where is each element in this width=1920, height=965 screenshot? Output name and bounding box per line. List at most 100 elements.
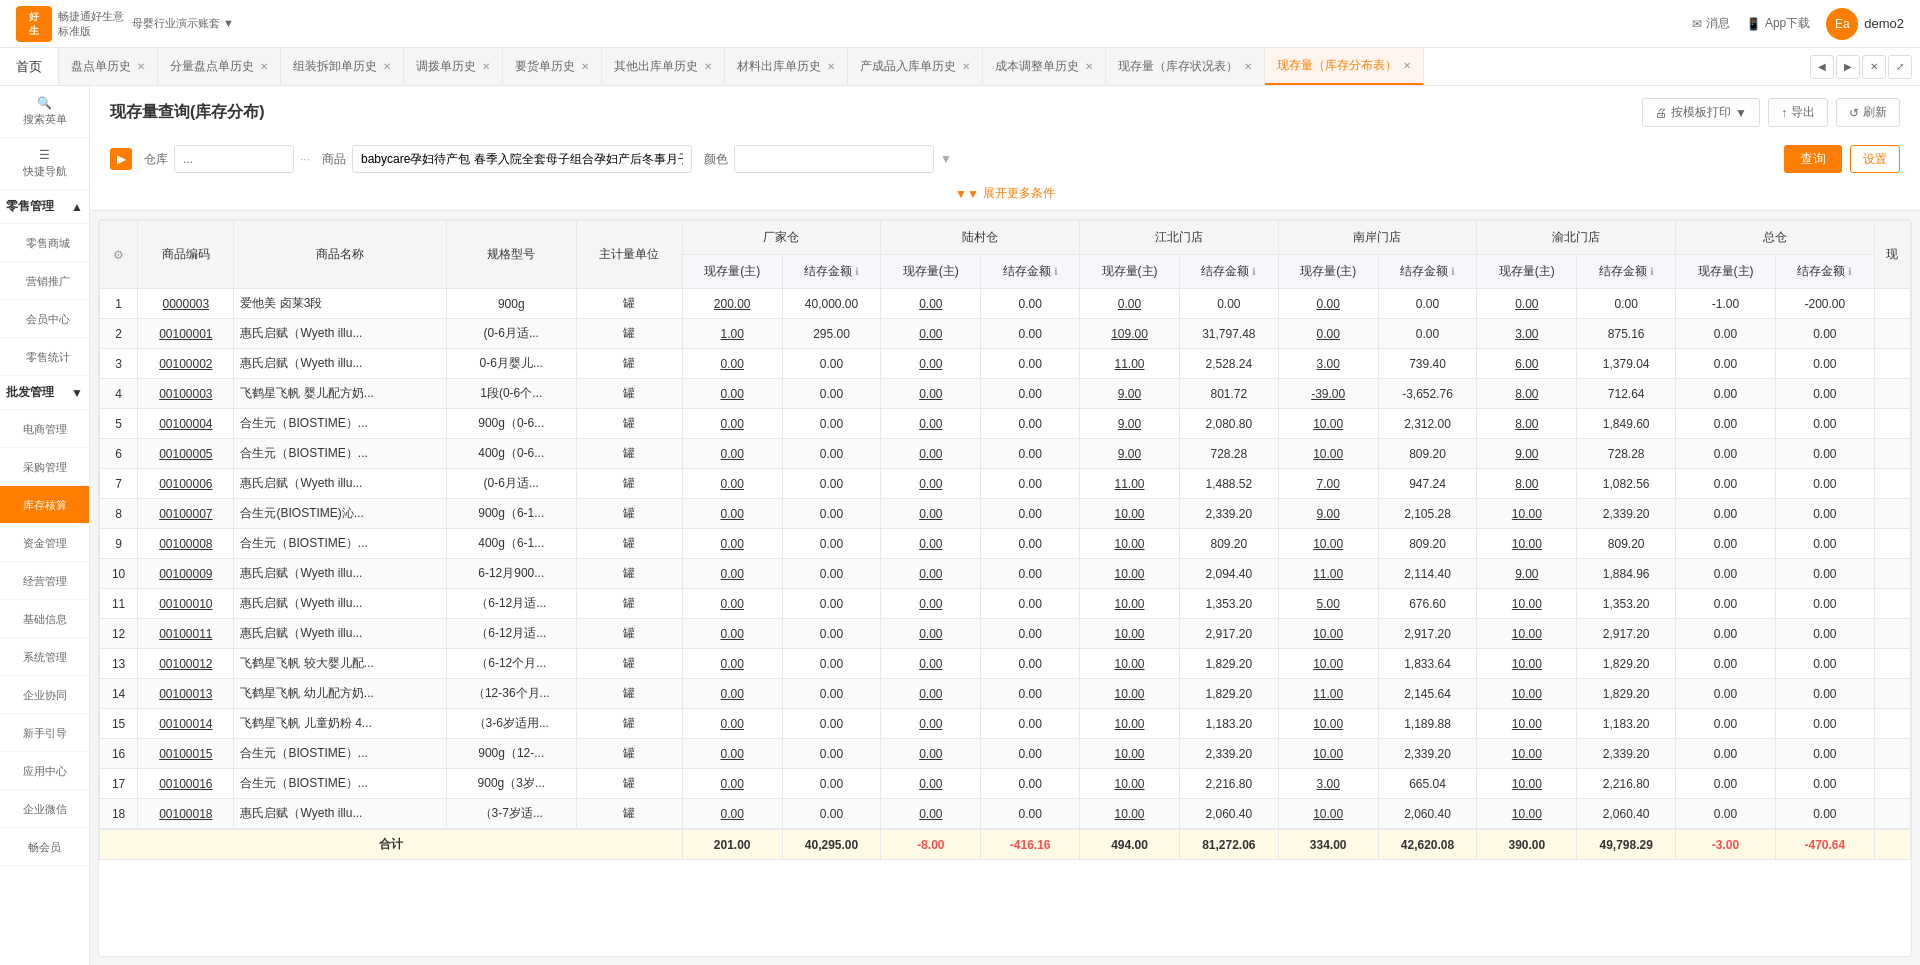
th-total-qty: 现存量(主) <box>1676 255 1776 289</box>
cell-code: 00100005 <box>138 439 234 469</box>
close-icon[interactable]: ✕ <box>482 61 490 72</box>
cell-unit: 罐 <box>576 469 682 499</box>
tab-diaoping[interactable]: 调拨单历史 ✕ <box>404 48 503 85</box>
cell-total-qty: 0.00 <box>1676 499 1776 529</box>
warehouse-dots[interactable]: ··· <box>300 152 310 166</box>
sidebar-item-vip[interactable]: 畅会员 <box>0 828 89 866</box>
tab-home[interactable]: 首页 <box>0 48 59 85</box>
print-btn[interactable]: 🖨 按模板打印 ▼ <box>1642 98 1760 127</box>
close-icon[interactable]: ✕ <box>581 61 589 72</box>
close-icon[interactable]: ✕ <box>137 61 145 72</box>
sidebar-item-appcenter[interactable]: 应用中心 <box>0 752 89 790</box>
tab-fenpandian[interactable]: 分量盘点单历史 ✕ <box>158 48 281 85</box>
sidebar-item-purchase[interactable]: 采购管理 <box>0 448 89 486</box>
cell-na-qty: 10.00 <box>1278 439 1378 469</box>
tab-xiancunl-status[interactable]: 现存量（库存状况表） ✕ <box>1106 48 1265 85</box>
search-btn[interactable]: 查询 <box>1784 145 1842 173</box>
export-btn[interactable]: ↑ 导出 <box>1768 98 1828 127</box>
sidebar-item-wholesale[interactable]: 批发管理 ▼ <box>0 376 89 410</box>
tab-qitachuku[interactable]: 其他出库单历史 ✕ <box>602 48 725 85</box>
cell-name: 合生元（BIOSTIME）... <box>234 529 446 559</box>
close-icon[interactable]: ✕ <box>1244 61 1252 72</box>
tabs-prev-btn[interactable]: ◀ <box>1810 55 1834 79</box>
expand-row: ▼▼ 展开更多条件 <box>110 181 1900 210</box>
filter-row: ▶ 仓库 ··· 商品 babycare孕妇待产包 春季入院全套母子组合孕妇产后… <box>110 137 1900 181</box>
refresh-btn[interactable]: ↺ 刷新 <box>1836 98 1900 127</box>
tab-yaohuo[interactable]: 要货单历史 ✕ <box>503 48 602 85</box>
cell-na-amt: 676.60 <box>1378 589 1477 619</box>
cell-na-amt: 2,339.20 <box>1378 739 1477 769</box>
sidebar-item-search[interactable]: 🔍 搜索英单 <box>0 86 89 138</box>
tab-chenbentz[interactable]: 成本调整单历史 ✕ <box>983 48 1106 85</box>
tab-zuzhuang[interactable]: 组装拆卸单历史 ✕ <box>281 48 404 85</box>
color-input[interactable] <box>734 145 934 173</box>
close-icon[interactable]: ✕ <box>383 61 391 72</box>
message-btn[interactable]: ✉ 消息 <box>1692 15 1730 32</box>
cell-lc-amt: 0.00 <box>981 649 1080 679</box>
app-download-btn[interactable]: 📱 App下载 <box>1746 15 1810 32</box>
nav-dropdown[interactable]: 母婴行业演示账套 ▼ <box>132 16 234 31</box>
sidebar-item-system[interactable]: 系统管理 <box>0 638 89 676</box>
message-icon: ✉ <box>1692 17 1702 31</box>
th-jb-amt: 结存金额 ℹ <box>1180 255 1279 289</box>
close-icon[interactable]: ✕ <box>827 61 835 72</box>
chevron-down-icon: ▼ <box>71 386 83 400</box>
cell-total-qty: -1.00 <box>1676 289 1776 319</box>
cell-code: 00100001 <box>138 319 234 349</box>
cell-lc-amt: 0.00 <box>981 289 1080 319</box>
sidebar-item-retail-stats[interactable]: 零售统计 <box>0 338 89 376</box>
tabs-expand-btn[interactable]: ⤢ <box>1888 55 1912 79</box>
cell-no: 2 <box>100 319 138 349</box>
tab-cailiaochuku[interactable]: 材料出库单历史 ✕ <box>725 48 848 85</box>
cell-jb-qty: 10.00 <box>1079 739 1179 769</box>
cell-unit: 罐 <box>576 289 682 319</box>
user-area[interactable]: Ea demo2 <box>1826 8 1904 40</box>
product-input[interactable]: babycare孕妇待产包 春季入院全套母子组合孕妇产后冬事月子用品 22件套 … <box>352 145 692 173</box>
sidebar-item-basics[interactable]: 基础信息 <box>0 600 89 638</box>
tabs-close-btn[interactable]: ✕ <box>1862 55 1886 79</box>
expand-filter-btn[interactable]: ▶ <box>110 148 132 170</box>
sidebar-item-guide[interactable]: 新手引导 <box>0 714 89 752</box>
sidebar-item-retail-mgmt[interactable]: 零售管理 ▲ <box>0 190 89 224</box>
cell-unit: 罐 <box>576 589 682 619</box>
color-dropdown-icon[interactable]: ▼ <box>940 152 952 166</box>
sidebar-item-finance[interactable]: 资金管理 <box>0 524 89 562</box>
cell-code: 00100002 <box>138 349 234 379</box>
settings-icon[interactable]: ⚙ <box>113 248 124 262</box>
th-na-amt: 结存金额 ℹ <box>1378 255 1477 289</box>
cell-unit: 罐 <box>576 499 682 529</box>
sidebar-item-member[interactable]: 会员中心 <box>0 300 89 338</box>
tab-xiancunl-dist[interactable]: 现存量（库存分布表） ✕ <box>1265 48 1424 85</box>
expand-conditions-btn[interactable]: ▼▼ 展开更多条件 <box>955 185 1055 202</box>
warehouse-input[interactable] <box>174 145 294 173</box>
sidebar-item-retail-mall[interactable]: 零售商城 <box>0 224 89 262</box>
tabs-next-btn[interactable]: ▶ <box>1836 55 1860 79</box>
cell-spec: （3-6岁适用... <box>446 709 576 739</box>
page-title-row: 现存量查询(库存分布) 🖨 按模板打印 ▼ ↑ 导出 ↺ 刷新 <box>110 98 1900 127</box>
th-group-jb: 江北门店 <box>1079 221 1278 255</box>
tab-pandian[interactable]: 盘点单历史 ✕ <box>59 48 158 85</box>
close-icon[interactable]: ✕ <box>962 61 970 72</box>
settings-btn[interactable]: 设置 <box>1850 145 1900 173</box>
footer-yb-amt: 49,798.29 <box>1577 829 1676 860</box>
close-icon[interactable]: ✕ <box>1085 61 1093 72</box>
sidebar-item-wechat[interactable]: 企业微信 <box>0 790 89 828</box>
sidebar-item-quicknav[interactable]: ☰ 快捷导航 <box>0 138 89 190</box>
close-icon[interactable]: ✕ <box>260 61 268 72</box>
cell-lc-amt: 0.00 <box>981 379 1080 409</box>
sidebar-item-inventory[interactable]: 库存核算 <box>0 486 89 524</box>
cell-no: 3 <box>100 349 138 379</box>
cell-na-qty: 7.00 <box>1278 469 1378 499</box>
sidebar-item-marketing[interactable]: 营销推广 <box>0 262 89 300</box>
sidebar-item-collab[interactable]: 企业协同 <box>0 676 89 714</box>
tab-chanpinruku[interactable]: 产成品入库单历史 ✕ <box>848 48 983 85</box>
sidebar-item-ecommerce[interactable]: 电商管理 <box>0 410 89 448</box>
close-icon[interactable]: ✕ <box>1403 60 1411 71</box>
cell-fc-amt: 295.00 <box>782 319 881 349</box>
footer-row: 合计 201.00 40,295.00 -8.00 -416.16 494.00… <box>100 829 1911 860</box>
cell-code: 00100014 <box>138 709 234 739</box>
sidebar-item-operations[interactable]: 经营管理 <box>0 562 89 600</box>
cell-na-amt: 2,917.20 <box>1378 619 1477 649</box>
close-icon[interactable]: ✕ <box>704 61 712 72</box>
topbar-right: ✉ 消息 📱 App下载 Ea demo2 <box>1692 8 1904 40</box>
